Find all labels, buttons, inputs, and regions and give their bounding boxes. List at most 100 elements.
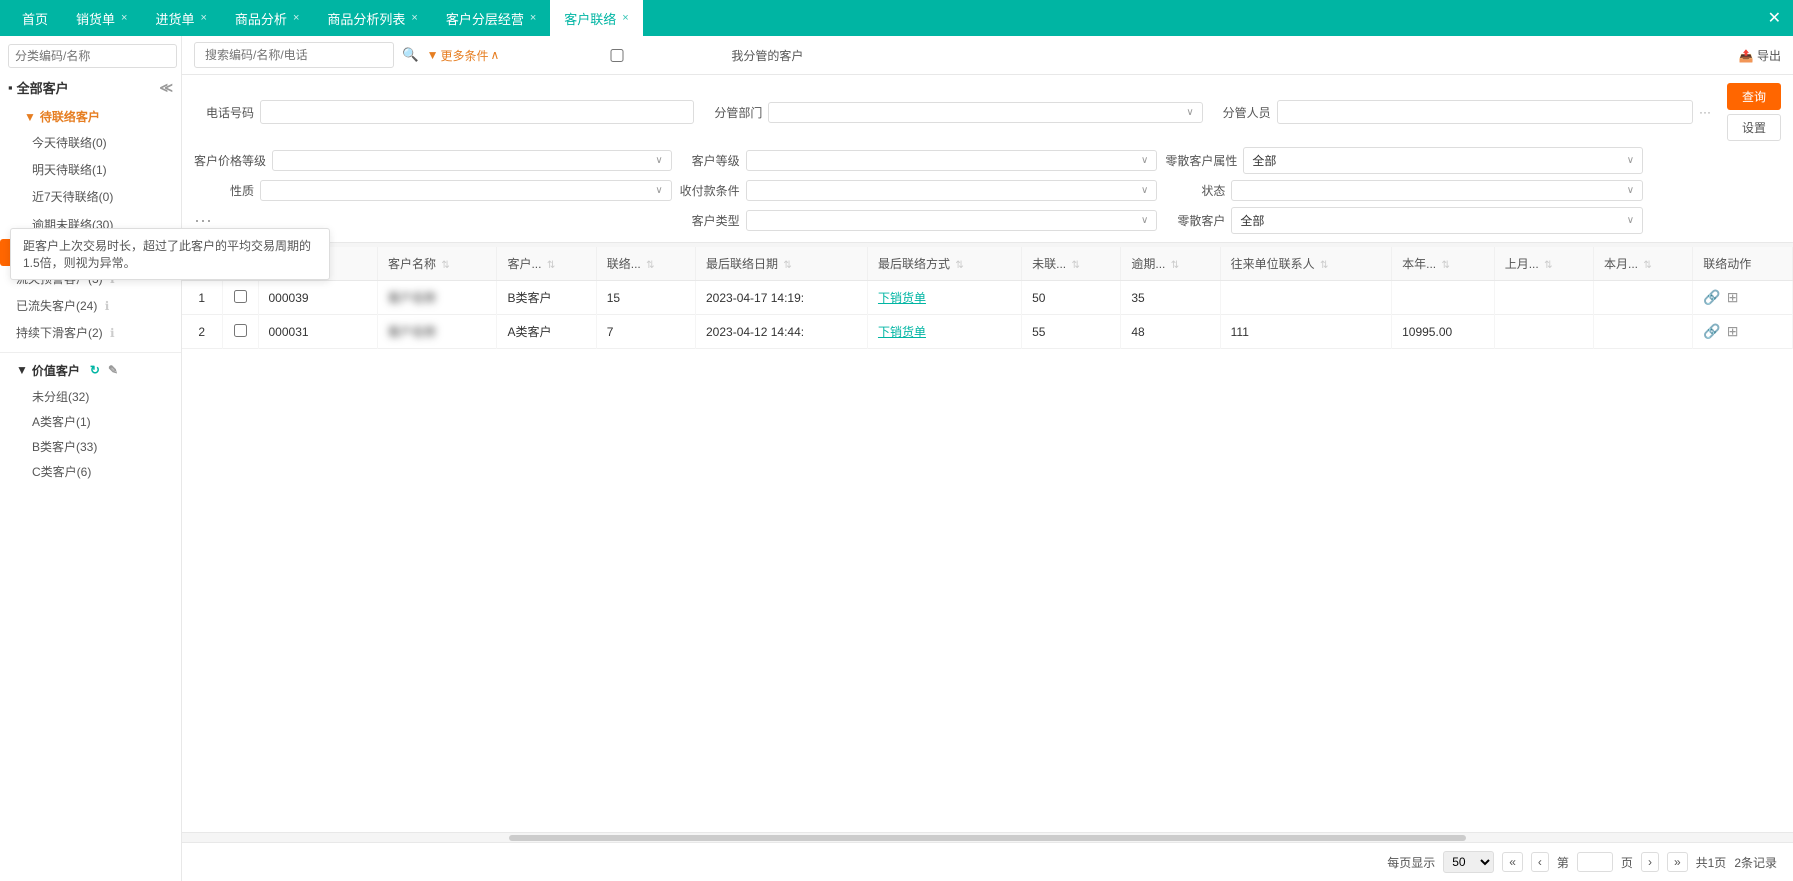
nav-product-analysis[interactable]: 商品分析 × <box>221 0 313 36</box>
per-page-select[interactable]: 50 100 200 <box>1443 851 1494 873</box>
nav-purchase[interactable]: 进货单 × <box>141 0 220 36</box>
col-thismonth-sort-icon[interactable]: ⇅ <box>1643 260 1651 271</box>
value-refresh-icon[interactable]: ↻ <box>90 363 100 377</box>
retail-attr-select[interactable]: 全部 ∨ <box>1243 147 1643 174</box>
sidebar-item-declining[interactable]: 持续下滑客户(2) ℹ <box>0 320 181 347</box>
pending-contact-title[interactable]: ▼ 待联络客户 <box>16 103 181 130</box>
close-all-button[interactable]: ✕ <box>1768 8 1781 28</box>
customer-type-select[interactable]: ∨ <box>746 210 1158 231</box>
row2-lastmethod-link[interactable]: 下销货单 <box>878 325 926 339</box>
sidebar-all-customers[interactable]: ▪ 全部客户 ≪ <box>0 72 181 103</box>
row1-checkbox[interactable] <box>234 290 247 303</box>
filter-bar: 🔍 ▼ 更多条件 ∧ 我分管的客户 📤 导出 <box>182 36 1793 75</box>
col-uncontacted-header: 未联... ⇅ <box>1022 247 1121 281</box>
sidebar-search-input[interactable] <box>8 44 177 68</box>
filter-person: 分管人员 ··· <box>1211 100 1711 124</box>
close-customer-layered-tab[interactable]: × <box>530 12 536 24</box>
search-button[interactable]: 🔍 <box>402 47 419 63</box>
row2-check <box>222 315 258 349</box>
my-customer-checkbox-label[interactable]: 我分管的客户 <box>507 47 803 64</box>
filter-customer-type: 客户类型 ∨ <box>680 210 1158 231</box>
current-page-input[interactable]: 1 <box>1577 852 1613 872</box>
customer-level-select[interactable]: ∨ <box>746 150 1158 171</box>
sidebar-item-ungrouped[interactable]: 未分组(32) <box>8 384 173 409</box>
horizontal-scrollbar[interactable] <box>182 832 1793 842</box>
nav-customer-contact[interactable]: 客户联络 × <box>550 0 642 36</box>
col-lastmethod-sort-icon[interactable]: ⇅ <box>955 260 963 271</box>
row1-grid-icon[interactable]: ⊞ <box>1727 289 1739 306</box>
scroll-bar-thumb[interactable] <box>509 835 1466 841</box>
row2-unitcontact: 111 <box>1220 315 1391 349</box>
row2-checkbox[interactable] <box>234 324 247 337</box>
last-page-button[interactable]: » <box>1667 852 1688 872</box>
close-product-list-tab[interactable]: × <box>411 12 417 24</box>
col-contact-sort-icon[interactable]: ⇅ <box>646 260 654 271</box>
nav-product-list[interactable]: 商品分析列表 × <box>313 0 431 36</box>
first-page-button[interactable]: « <box>1502 852 1523 872</box>
col-level-header: 客户... ⇅ <box>497 247 596 281</box>
page-prefix-label: 第 <box>1557 854 1569 871</box>
query-button[interactable]: 查询 <box>1727 83 1781 110</box>
col-overdue-sort-icon[interactable]: ⇅ <box>1171 260 1179 271</box>
close-sales-tab[interactable]: × <box>121 12 127 24</box>
filter-actions: 查询 设置 <box>1727 83 1781 141</box>
nav-home[interactable]: 首页 <box>8 0 62 36</box>
row1-link-icon[interactable]: 🔗 <box>1703 289 1720 306</box>
value-customer-title[interactable]: ▼ 价值客户 ↻ ✎ <box>8 357 173 384</box>
status-select[interactable]: ∨ <box>1231 180 1643 201</box>
more-conditions-button[interactable]: ▼ 更多条件 ∧ <box>427 47 500 64</box>
value-edit-icon[interactable]: ✎ <box>108 363 118 377</box>
retail-select[interactable]: 全部 ∨ <box>1231 207 1643 234</box>
row1-lastmethod-link[interactable]: 下销货单 <box>878 291 926 305</box>
col-lastdate-sort-icon[interactable]: ⇅ <box>783 260 791 271</box>
export-button[interactable]: 📤 导出 <box>1739 47 1781 64</box>
setting-button[interactable]: 设置 <box>1727 114 1781 141</box>
row2-code: 000031 <box>258 315 377 349</box>
row1-actions: 🔗 ⊞ <box>1693 281 1793 315</box>
gender-select[interactable]: ∨ <box>260 180 672 201</box>
price-level-select[interactable]: ∨ <box>272 150 672 171</box>
close-customer-contact-tab[interactable]: × <box>622 12 628 24</box>
col-name-sort-icon[interactable]: ⇅ <box>441 260 449 271</box>
sidebar-item-b-class[interactable]: B类客户(33) <box>8 434 173 459</box>
person-input[interactable] <box>1277 100 1693 124</box>
sidebar-item-lost[interactable]: 已流失客户(24) ℹ <box>0 293 181 320</box>
row2-level: A类客户 <box>497 315 596 349</box>
col-level-sort-icon[interactable]: ⇅ <box>547 260 555 271</box>
sidebar-item-tomorrow[interactable]: 明天待联络(1) <box>16 157 181 184</box>
my-customer-checkbox[interactable] <box>507 49 727 62</box>
sidebar-item-a-class[interactable]: A类客户(1) <box>8 409 173 434</box>
close-product-analysis-tab[interactable]: × <box>293 12 299 24</box>
search-input[interactable] <box>194 42 394 68</box>
row1-unitcontact <box>1220 281 1391 315</box>
row2-thisyear: 10995.00 <box>1392 315 1495 349</box>
sidebar: 🔍 ▪ 全部客户 ≪ ▼ 待联络客户 今天待联络(0) 明天待联络(1) 近7天… <box>0 36 182 881</box>
payment-select[interactable]: ∨ <box>746 180 1158 201</box>
table-header-row: ⚙ 客户编码 ⇅ 客户名称 ⇅ <box>182 247 1793 281</box>
sidebar-search-area: 🔍 <box>0 36 181 72</box>
col-thisyear-sort-icon[interactable]: ⇅ <box>1441 260 1449 271</box>
row2-link-icon[interactable]: 🔗 <box>1703 323 1720 340</box>
next-page-button[interactable]: › <box>1641 852 1659 872</box>
col-uncontacted-sort-icon[interactable]: ⇅ <box>1071 260 1079 271</box>
price-level-arrow-icon: ∨ <box>655 155 662 166</box>
phone-input[interactable] <box>260 100 694 124</box>
row2-name-blurred: 客户名称 <box>388 325 436 339</box>
nav-sales[interactable]: 销货单 × <box>62 0 141 36</box>
row1-lastmethod: 下销货单 <box>867 281 1021 315</box>
col-lastmonth-sort-icon[interactable]: ⇅ <box>1544 260 1552 271</box>
row2-grid-icon[interactable]: ⊞ <box>1727 323 1739 340</box>
sidebar-item-today[interactable]: 今天待联络(0) <box>16 130 181 157</box>
col-name-label: 客户名称 <box>388 257 436 271</box>
gender-arrow-icon: ∨ <box>655 185 662 196</box>
sidebar-item-7days[interactable]: 近7天待联络(0) <box>16 184 181 211</box>
nav-customer-layered[interactable]: 客户分层经营 × <box>432 0 550 36</box>
dept-select[interactable]: ∨ <box>768 102 1202 123</box>
close-purchase-tab[interactable]: × <box>200 12 206 24</box>
prev-page-button[interactable]: ‹ <box>1531 852 1549 872</box>
person-more-icon[interactable]: ··· <box>1699 105 1711 119</box>
collapse-sidebar-icon[interactable]: ≪ <box>159 80 173 96</box>
sidebar-item-c-class[interactable]: C类客户(6) <box>8 459 173 484</box>
col-unitcontact-sort-icon[interactable]: ⇅ <box>1320 260 1328 271</box>
row2-contact: 7 <box>596 315 695 349</box>
